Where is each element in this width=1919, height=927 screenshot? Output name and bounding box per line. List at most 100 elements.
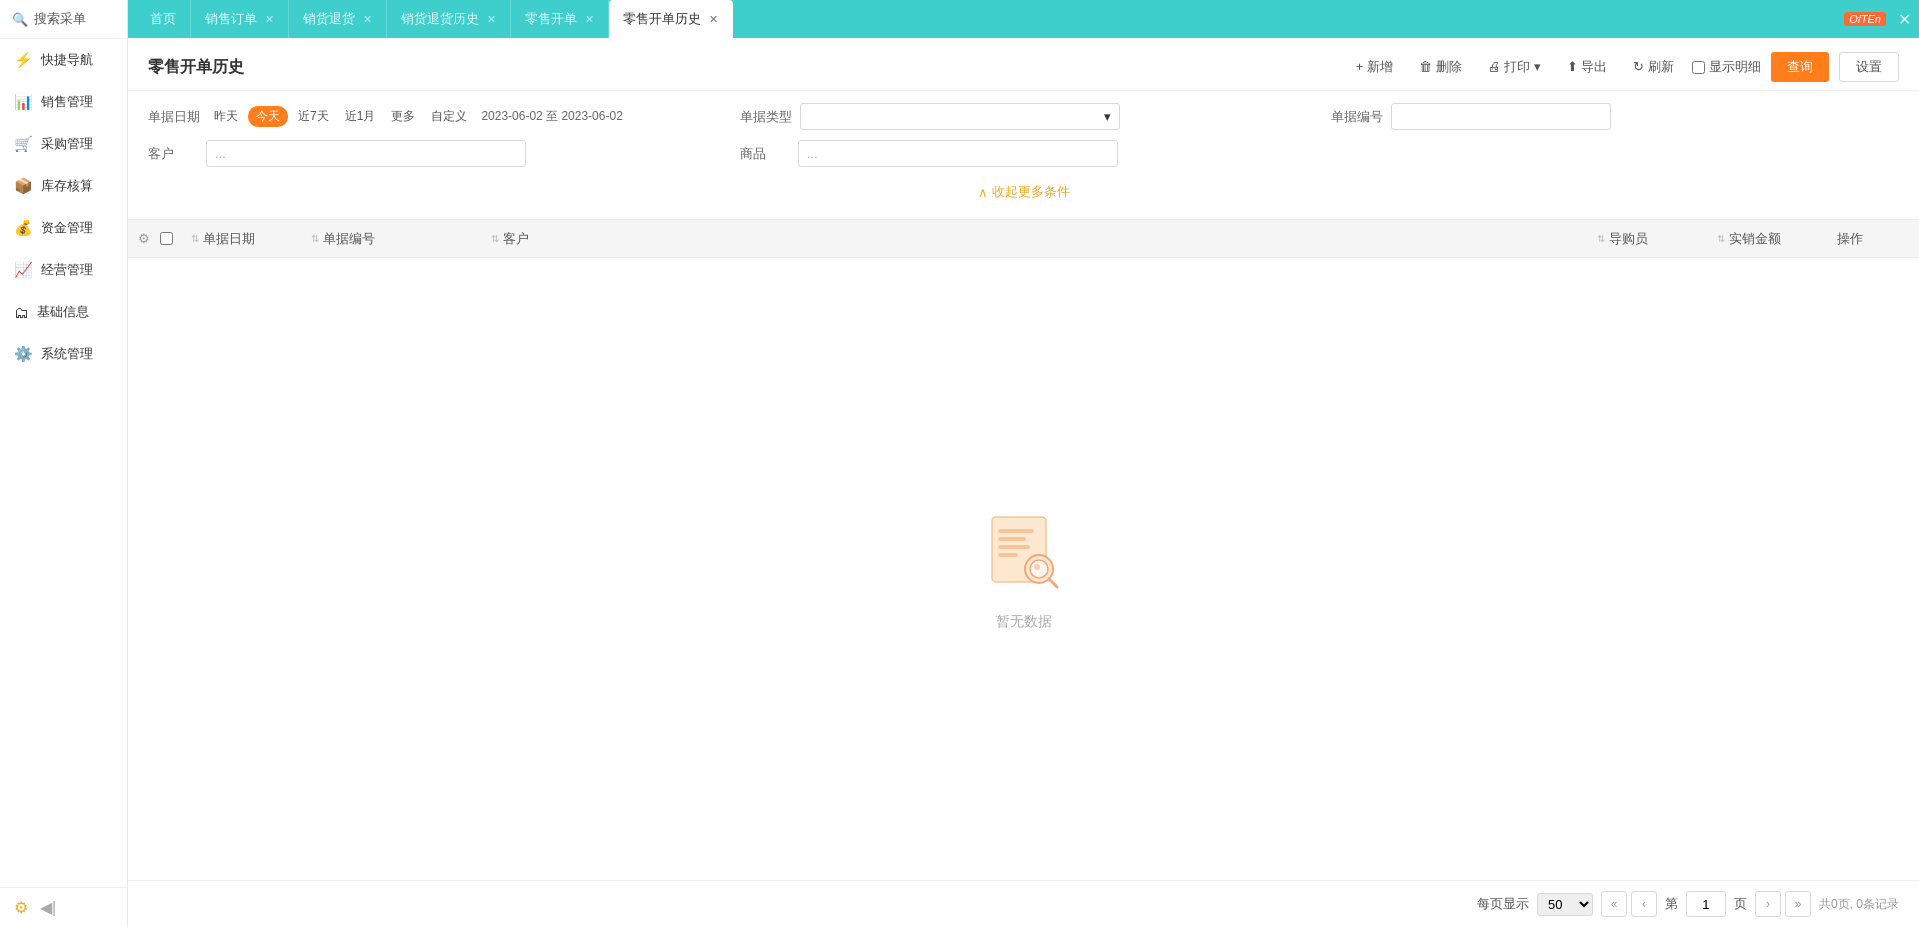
tab-retail-history[interactable]: 零售开单历史 ✕ — [609, 0, 733, 38]
tab-sales-return[interactable]: 销货退货✕ — [289, 0, 387, 38]
sidebar-item-quick-nav[interactable]: ⚡ 快捷导航 — [0, 39, 127, 81]
menu-icon-base-info: 🗂 — [14, 304, 29, 321]
sidebar-item-stock-check[interactable]: 📦库存核算 — [0, 165, 127, 207]
tab-close-sales-order[interactable]: ✕ — [265, 13, 274, 26]
filter-row-1: 单据日期 昨天 今天 近7天 近1月 更多 自定义 2023-06-02 至 2… — [148, 103, 1899, 130]
sidebar-search-label: 搜索采单 — [34, 10, 86, 28]
tab-retail-open[interactable]: 零售开单 ✕ — [511, 0, 609, 38]
export-button[interactable]: ⬆ 导出 — [1559, 54, 1616, 80]
tab-close-sales-return-history[interactable]: ✕ — [487, 13, 496, 26]
show-detail-input[interactable] — [1692, 61, 1705, 74]
add-button[interactable]: + 新增 — [1348, 54, 1401, 80]
tab-sales-order[interactable]: 销售订单 ✕ — [191, 0, 289, 38]
main-area: 首页销售订单✕销货退货✕销货退货历史✕零售开单✕零售开单历史✕ OfTEn ✕ … — [128, 0, 1919, 927]
empty-image — [974, 507, 1074, 597]
window-close-button[interactable]: ✕ — [1898, 10, 1911, 29]
tab-close-retail-history[interactable]: ✕ — [709, 13, 718, 26]
menu-icon-quick-nav: ⚡ — [14, 51, 33, 69]
date-custom[interactable]: 自定义 — [425, 106, 473, 127]
col-header-customer[interactable]: ⇅ 客户 — [483, 230, 1589, 248]
refresh-button[interactable]: ↻ 刷新 — [1625, 54, 1682, 80]
sort-icon: ⇅ — [1717, 233, 1725, 244]
doc-type-label: 单据类型 — [740, 108, 792, 126]
date-shortcuts-group: 昨天 今天 近7天 近1月 更多 自定义 2023-06-02 至 2023-0… — [208, 106, 716, 127]
settings-icon[interactable]: ⚙ — [14, 898, 28, 917]
col-header-ops: 操作 — [1829, 230, 1909, 248]
query-button[interactable]: 查询 — [1771, 52, 1829, 82]
per-page-select[interactable]: 50 10 20 100 — [1537, 893, 1593, 916]
tab-sales-return-history[interactable]: 销货退货历史✕ — [387, 0, 511, 38]
menu-icon-fund-mgmt: 💰 — [14, 219, 33, 237]
table-settings-icon[interactable]: ⚙ — [138, 231, 150, 246]
menu-icon-stock-check: 📦 — [14, 177, 33, 195]
sidebar-item-biz-mgmt[interactable]: 📈 经营管理 — [0, 249, 127, 291]
first-page-button[interactable]: « — [1601, 891, 1627, 917]
date-1month[interactable]: 近1月 — [339, 106, 382, 127]
tab-label-retail-history: 零售开单历史 — [623, 10, 701, 28]
customer-filter: 客户 ... — [148, 140, 716, 167]
show-detail-checkbox[interactable]: 显示明细 — [1692, 58, 1761, 76]
doc-type-filter: 单据类型 ▾ — [740, 103, 1308, 130]
tab-label-sales-order: 销售订单 — [205, 10, 257, 28]
pagination-info: 共0页, 0条记录 — [1819, 896, 1899, 913]
svg-line-7 — [1049, 579, 1057, 587]
sidebar-item-sys-mgmt[interactable]: ⚙️系统管理 — [0, 333, 127, 375]
print-button[interactable]: 🖨 打印 ▾ — [1480, 54, 1549, 80]
menu-icon-biz-mgmt: 📈 — [14, 261, 33, 279]
table-header: ⚙ ⇅ 单据日期 ⇅ 单据编号 ⇅ 客户 ⇅ 导购员 — [128, 220, 1919, 258]
settings-button[interactable]: 设置 — [1839, 52, 1899, 82]
menu-label-quick-nav: 快捷导航 — [41, 51, 93, 69]
prev-page-button[interactable]: ‹ — [1631, 891, 1657, 917]
empty-text: 暂无数据 — [996, 613, 1052, 631]
show-detail-label: 显示明细 — [1709, 58, 1761, 76]
sort-icon: ⇅ — [491, 233, 499, 244]
customer-select[interactable]: ... — [206, 140, 526, 167]
tab-close-retail-open[interactable]: ✕ — [585, 13, 594, 26]
last-page-button[interactable]: » — [1785, 891, 1811, 917]
print-label: 🖨 打印 ▾ — [1488, 58, 1541, 76]
sidebar-item-base-info[interactable]: 🗂 基础信息 — [0, 291, 127, 333]
date-today[interactable]: 今天 — [248, 106, 288, 127]
add-label: + 新增 — [1356, 58, 1393, 76]
delete-button[interactable]: 🗑 删除 — [1411, 54, 1470, 80]
menu-label-fund-mgmt: 资金管理 — [41, 219, 93, 237]
tab-home[interactable]: 首页 — [136, 0, 191, 38]
content-area: 零售开单历史 + 新增 🗑 删除 🖨 打印 ▾ ⬆ 导出 ↻ 刷新 — [128, 38, 1919, 927]
svg-rect-1 — [998, 529, 1034, 533]
top-nav: 首页销售订单✕销货退货✕销货退货历史✕零售开单✕零售开单历史✕ OfTEn ✕ — [128, 0, 1919, 38]
table-area: ⚙ ⇅ 单据日期 ⇅ 单据编号 ⇅ 客户 ⇅ 导购员 — [128, 220, 1919, 880]
col-header-number[interactable]: ⇅ 单据编号 — [303, 230, 483, 248]
sidebar-collapse-icon[interactable]: ◀| — [40, 898, 56, 917]
svg-point-8 — [1034, 564, 1040, 570]
menu-label-base-info: 基础信息 — [37, 303, 89, 321]
goods-placeholder: ... — [807, 146, 818, 161]
doc-type-select[interactable]: ▾ — [800, 103, 1120, 130]
col-header-guide[interactable]: ⇅ 导购员 — [1589, 230, 1709, 248]
sidebar-item-fund-mgmt[interactable]: 💰 资金管理 — [0, 207, 127, 249]
doc-num-input[interactable] — [1391, 103, 1611, 130]
menu-label-biz-mgmt: 经营管理 — [41, 261, 93, 279]
select-all-checkbox[interactable] — [160, 232, 173, 245]
next-page-button[interactable]: › — [1755, 891, 1781, 917]
refresh-label: ↻ 刷新 — [1633, 58, 1674, 76]
date-7days[interactable]: 近7天 — [292, 106, 335, 127]
pagination: 每页显示 50 10 20 100 « ‹ 第 页 › » 共0页, 0条记录 — [128, 880, 1919, 927]
col-header-amount[interactable]: ⇅ 实销金额 — [1709, 230, 1829, 248]
per-page-label: 每页显示 — [1477, 895, 1529, 913]
collapse-bar[interactable]: ∧ 收起更多条件 — [148, 177, 1899, 207]
tab-label-retail-open: 零售开单 — [525, 10, 577, 28]
col-header-date[interactable]: ⇅ 单据日期 — [183, 230, 303, 248]
goods-select[interactable]: ... — [798, 140, 1118, 167]
date-more[interactable]: 更多 — [385, 106, 421, 127]
tab-close-sales-return[interactable]: ✕ — [363, 13, 372, 26]
sidebar-search[interactable]: 🔍 搜索采单 — [0, 0, 127, 39]
sidebar-item-purchase-mgmt[interactable]: 🛒采购管理 — [0, 123, 127, 165]
menu-label-sales-mgmt: 销售管理 — [41, 93, 93, 111]
search-icon: 🔍 — [12, 12, 28, 27]
page-number-input[interactable] — [1686, 891, 1726, 917]
sidebar-item-sales-mgmt[interactable]: 📊销售管理 — [0, 81, 127, 123]
date-yesterday[interactable]: 昨天 — [208, 106, 244, 127]
doc-num-filter: 单据编号 — [1331, 103, 1899, 130]
chevron-up-icon: ∧ — [978, 185, 988, 200]
svg-rect-2 — [998, 537, 1026, 541]
